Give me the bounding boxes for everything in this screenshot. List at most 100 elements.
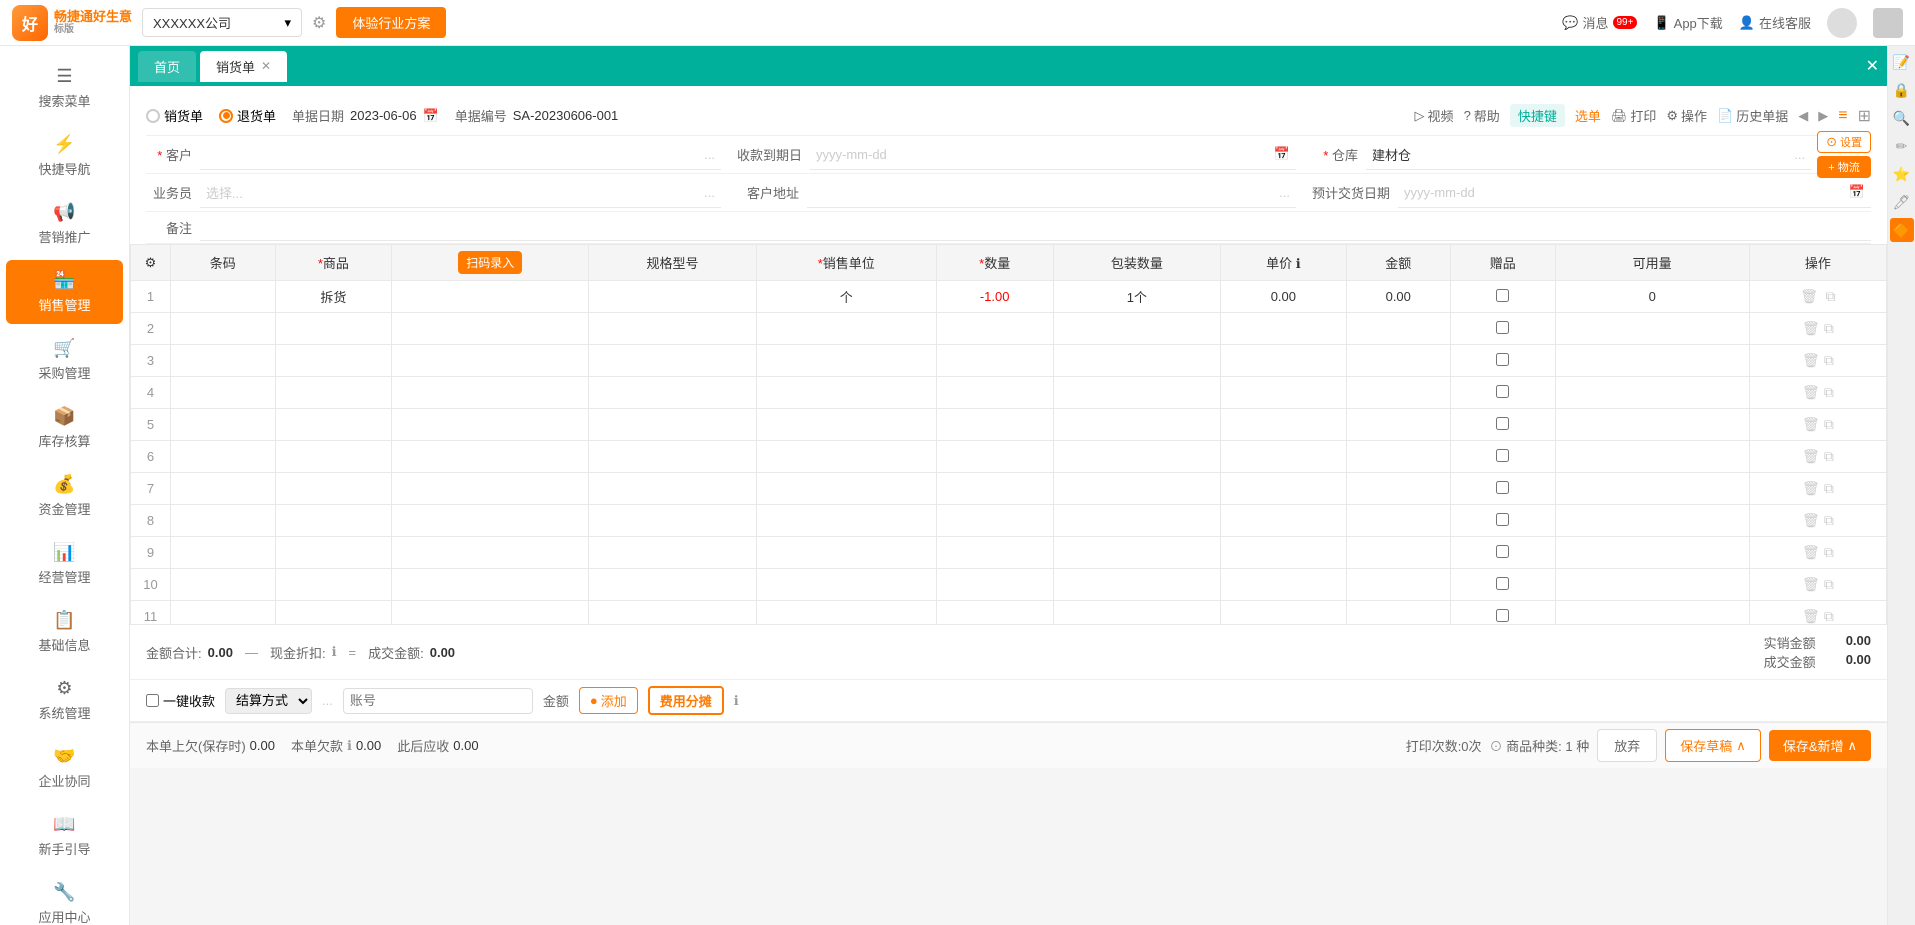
total-owe-info-icon[interactable]: ℹ [347, 738, 352, 754]
copy-row-11-icon[interactable]: ⧉ [1824, 608, 1834, 624]
product-types-circle-icon[interactable]: ⊙ [1490, 739, 1503, 754]
video-btn[interactable]: ▷视频 [1415, 106, 1454, 125]
delete-row-4-icon[interactable]: 🗑 [1802, 384, 1820, 400]
settings-btn[interactable]: ⊙⊙ 设置设置 [1817, 131, 1871, 153]
date-value[interactable]: 2023-06-06 [350, 108, 417, 123]
copy-row-1-icon[interactable]: ⧉ [1826, 288, 1836, 304]
delete-row-1-icon[interactable]: 🗑 [1800, 288, 1818, 304]
delete-row-7-icon[interactable]: 🗑 [1802, 480, 1820, 496]
cell-spec-1[interactable] [589, 281, 757, 313]
sidebar-item-mgmt[interactable]: 📊 经营管理 [6, 532, 123, 596]
cell-product-1[interactable]: 拆货 [275, 281, 392, 313]
tab-home[interactable]: 首页 [138, 51, 196, 82]
sidebar-item-search[interactable]: ☰ 搜索菜单 [6, 56, 123, 120]
user-menu[interactable] [1873, 8, 1903, 38]
address-input[interactable]: ... [807, 178, 1296, 208]
cell-pkg-1[interactable]: 1个 [1053, 281, 1221, 313]
expense-split-btn[interactable]: 费用分摊 [648, 686, 724, 715]
calc-method-ellipsis[interactable]: ... [322, 693, 333, 708]
expected-calendar-icon[interactable]: 📅 [1849, 184, 1865, 200]
account-input[interactable] [343, 688, 533, 714]
delete-row-8-icon[interactable]: 🗑 [1802, 512, 1820, 528]
sidebar-item-basic[interactable]: 📋 基础信息 [6, 600, 123, 664]
calendar-icon[interactable]: 📅 [423, 108, 439, 124]
rp-pen-icon[interactable]: 🖊 [1890, 190, 1914, 214]
copy-row-7-icon[interactable]: ⧉ [1824, 480, 1834, 496]
copy-row-9-icon[interactable]: ⧉ [1824, 544, 1834, 560]
print-btn[interactable]: 🖨打印 [1611, 106, 1657, 125]
rp-orange-icon[interactable]: 🔶 [1890, 218, 1914, 242]
delete-row-9-icon[interactable]: 🗑 [1802, 544, 1820, 560]
note-input[interactable] [200, 215, 1871, 241]
sidebar-item-quick[interactable]: ⚡ 快捷导航 [6, 124, 123, 188]
next-icon[interactable]: ▶ [1818, 108, 1828, 124]
rp-note-icon[interactable]: 📝 [1890, 50, 1914, 74]
trial-button[interactable]: 体验行业方案 [336, 7, 446, 38]
sidebar-item-sales[interactable]: 🏪 销售管理 [6, 260, 123, 324]
delete-row-6-icon[interactable]: 🗑 [1802, 448, 1820, 464]
salesperson-input[interactable]: 选择... ... [200, 178, 721, 208]
rp-edit-icon[interactable]: ✏ [1890, 134, 1914, 158]
save-new-btn[interactable]: 保存&新增 ∧ [1769, 730, 1871, 761]
one-click-pay-checkbox[interactable]: 一键收款 [146, 691, 215, 710]
copy-row-5-icon[interactable]: ⧉ [1824, 416, 1834, 432]
cell-price-1[interactable]: 0.00 [1221, 281, 1346, 313]
cell-amount-1[interactable]: 0.00 [1346, 281, 1451, 313]
user-avatar[interactable] [1827, 8, 1857, 38]
sidebar-item-purchase[interactable]: 🛒 采购管理 [6, 328, 123, 392]
abandon-btn[interactable]: 放弃 [1597, 729, 1657, 762]
warehouse-input[interactable]: 建材仓 ... [1366, 140, 1811, 170]
save-draft-btn[interactable]: 保存草稿 ∧ [1665, 729, 1761, 762]
sidebar-item-collab[interactable]: 🤝 企业协同 [6, 736, 123, 800]
discount-info-icon[interactable]: ℹ [332, 644, 337, 660]
radio-return[interactable]: 退货单 [219, 106, 276, 125]
prev-icon[interactable]: ◀ [1798, 108, 1808, 124]
settings-gear-icon[interactable]: ⚙ [312, 13, 326, 33]
choose-btn[interactable]: 选单 [1575, 106, 1601, 125]
rp-star-icon[interactable]: ⭐ [1890, 162, 1914, 186]
radio-sale[interactable]: 销货单 [146, 106, 203, 125]
expense-info-icon[interactable]: ℹ [734, 693, 739, 709]
operate-btn[interactable]: ⚙操作 [1666, 106, 1707, 125]
copy-row-3-icon[interactable]: ⧉ [1824, 352, 1834, 368]
shortcut-btn[interactable]: 快捷键 [1510, 104, 1565, 127]
customer-input[interactable]: ... [200, 140, 721, 170]
rp-search-icon[interactable]: 🔍 [1890, 106, 1914, 130]
copy-row-8-icon[interactable]: ⧉ [1824, 512, 1834, 528]
sidebar-item-apps[interactable]: 🔧 应用中心 [6, 872, 123, 925]
receivable-calendar-icon[interactable]: 📅 [1274, 146, 1290, 162]
list-view-icon[interactable]: ≡ [1838, 107, 1847, 125]
copy-row-4-icon[interactable]: ⧉ [1824, 384, 1834, 400]
tab-sales-order[interactable]: 销货单 ✕ [200, 51, 287, 82]
cell-unit-1[interactable]: 个 [756, 281, 936, 313]
delete-row-2-icon[interactable]: 🗑 [1802, 320, 1820, 336]
cell-barcode-1[interactable] [171, 281, 276, 313]
message-badge-area[interactable]: 💬 消息 99+ [1562, 13, 1637, 32]
company-selector[interactable]: XXXXXX公司 ▾ [142, 8, 302, 37]
cell-qty-1[interactable]: -1.00 [936, 281, 1053, 313]
help-btn[interactable]: ?帮助 [1464, 106, 1500, 125]
sidebar-item-marketing[interactable]: 📢 营销推广 [6, 192, 123, 256]
receivable-date-input[interactable]: yyyy-mm-dd 📅 [810, 140, 1296, 170]
delete-row-11-icon[interactable]: 🗑 [1802, 608, 1820, 624]
delete-row-10-icon[interactable]: 🗑 [1802, 576, 1820, 592]
copy-row-6-icon[interactable]: ⧉ [1824, 448, 1834, 464]
online-service-link[interactable]: 👤 在线客服 [1739, 13, 1811, 32]
expected-date-input[interactable]: yyyy-mm-dd 📅 [1398, 178, 1871, 208]
sidebar-item-inventory[interactable]: 📦 库存核算 [6, 396, 123, 460]
app-download-link[interactable]: 📱 App下载 [1653, 13, 1722, 32]
sidebar-item-finance[interactable]: 💰 资金管理 [6, 464, 123, 528]
copy-row-2-icon[interactable]: ⧉ [1824, 320, 1834, 336]
history-btn[interactable]: 📄历史单据 [1717, 106, 1788, 125]
sidebar-item-guide[interactable]: 📖 新手引导 [6, 804, 123, 868]
th-settings[interactable]: ⚙ [131, 245, 171, 281]
add-payment-btn[interactable]: ● 添加 [579, 687, 638, 714]
scan-btn[interactable]: 扫码录入 [458, 251, 522, 274]
docnum-value[interactable]: SA-20230606-001 [513, 108, 619, 123]
tab-close-icon[interactable]: ✕ [261, 59, 271, 73]
grid-view-icon[interactable]: ⊞ [1858, 106, 1871, 126]
copy-row-10-icon[interactable]: ⧉ [1824, 576, 1834, 592]
rp-lock-icon[interactable]: 🔒 [1890, 78, 1914, 102]
delete-row-3-icon[interactable]: 🗑 [1802, 352, 1820, 368]
delete-row-5-icon[interactable]: 🗑 [1802, 416, 1820, 432]
